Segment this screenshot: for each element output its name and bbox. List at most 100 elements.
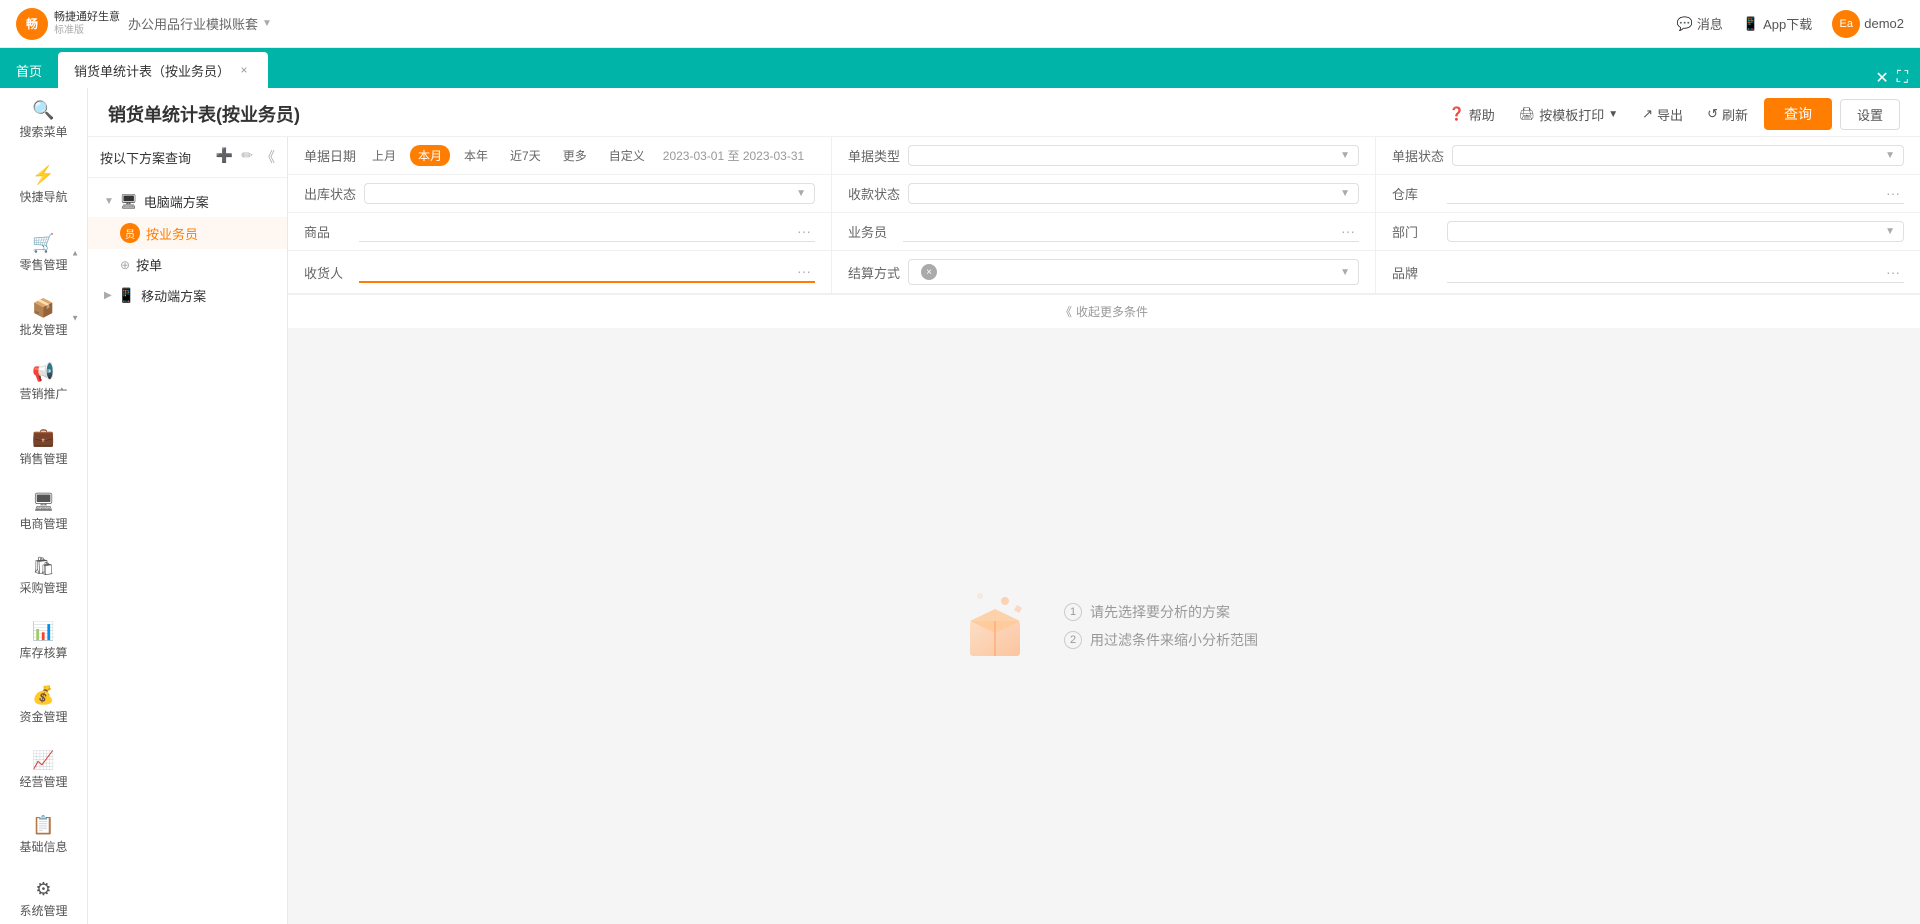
date-btn-last-month[interactable]: 上月 — [364, 145, 404, 166]
payment-select[interactable]: × ▼ — [908, 259, 1359, 285]
print-arrow-icon: ▼ — [1608, 109, 1618, 120]
settings-button[interactable]: 设置 — [1840, 99, 1900, 130]
sidebar-item-sales[interactable]: 💼 销售管理 — [0, 415, 87, 480]
tab-close-window-icon[interactable]: ✕ — [1875, 68, 1888, 88]
sidebar-item-ecommerce[interactable]: 🖥 电商管理 — [0, 480, 87, 545]
main-layout: 🔍 搜索菜单 ⚡ 快捷导航 🛒 零售管理 📦 批发管理 📢 营销推广 💼 销售管… — [0, 88, 1920, 924]
sidebar-item-marketing[interactable]: 📢 营销推广 — [0, 350, 87, 415]
panel-collapse-icon[interactable]: 《 — [261, 147, 275, 167]
sales-icon: 💼 — [32, 427, 54, 448]
salesperson-label: 业务员 — [848, 222, 903, 241]
tab-expand-icon[interactable]: ⛶ — [1897, 69, 1908, 87]
tab-sales-stat[interactable]: 销货单统计表（按业务员） × — [58, 52, 268, 88]
sidebar-item-business[interactable]: 📈 经营管理 — [0, 738, 87, 803]
goods-input[interactable]: ··· — [359, 221, 815, 242]
marketing-icon: 📢 — [32, 362, 54, 383]
user-menu[interactable]: Ea demo2 — [1832, 10, 1904, 38]
retail-icon: 🛒 — [32, 233, 54, 254]
help-icon: ❓ — [1449, 106, 1465, 122]
logo-text: 畅捷通好生意 标准版 — [54, 10, 120, 37]
by-doc-icon: ⊕ — [120, 258, 130, 272]
brand-input[interactable]: ··· — [1447, 262, 1904, 283]
panel-icons: ➕ ✏ 《 — [216, 147, 275, 167]
print-button[interactable]: 🖨 按模板打印 ▼ — [1511, 101, 1626, 128]
sidebar-item-wholesale[interactable]: 📦 批发管理 — [0, 286, 87, 351]
department-label: 部门 — [1392, 222, 1447, 241]
date-btn-7days[interactable]: 近7天 — [502, 145, 549, 166]
print-icon: 🖨 — [1519, 106, 1536, 122]
sidebar-item-retail[interactable]: 🛒 零售管理 — [0, 221, 87, 286]
panel-header: 按以下方案查询 ➕ ✏ 《 — [88, 137, 287, 178]
salesperson-input[interactable]: ··· — [903, 221, 1359, 242]
consignee-dots-icon[interactable]: ··· — [797, 263, 811, 279]
out-status-select[interactable]: ▼ — [364, 183, 815, 204]
warehouse-input[interactable]: ··· — [1447, 183, 1904, 204]
mobile-icon: 📱 — [118, 287, 135, 304]
breadcrumb[interactable]: 办公用品行业模拟账套 ▼ — [128, 14, 272, 33]
download-icon: 📱 — [1743, 16, 1759, 32]
tab-home[interactable]: 首页 — [0, 52, 58, 88]
receipt-status-label: 收款状态 — [848, 184, 908, 203]
warehouse-dots-icon[interactable]: ··· — [1886, 185, 1900, 201]
panel-edit-icon[interactable]: ✏ — [241, 147, 253, 167]
department-select[interactable]: ▼ — [1447, 221, 1904, 242]
payment-label: 结算方式 — [848, 263, 908, 282]
sidebar-item-search[interactable]: 🔍 搜索菜单 — [0, 88, 87, 153]
goods-label: 商品 — [304, 222, 359, 241]
refresh-button[interactable]: ↺ 刷新 — [1699, 101, 1756, 128]
filter-consignee: 收货人 ··· — [288, 251, 832, 293]
payment-clear-icon[interactable]: × — [921, 264, 937, 280]
message-icon: 💬 — [1677, 16, 1693, 32]
consignee-input[interactable]: ··· — [359, 261, 815, 283]
tree-mobile-section[interactable]: ▶ 📱 移动端方案 — [88, 280, 287, 311]
tree-pc-section[interactable]: ▼ 🖥 电脑端方案 — [88, 186, 287, 217]
logo-icon: 畅 — [16, 8, 48, 40]
sidebar-item-quick-nav[interactable]: ⚡ 快捷导航 — [0, 153, 87, 218]
salesperson-dots-icon[interactable]: ··· — [1341, 223, 1355, 239]
mobile-arrow-icon: ▶ — [104, 290, 112, 301]
ecommerce-icon: 🖥 — [32, 492, 55, 513]
department-chevron-icon: ▼ — [1885, 226, 1895, 237]
search-icon: 🔍 — [32, 100, 54, 121]
sidebar-item-purchase[interactable]: 🛍 采购管理 — [0, 544, 87, 609]
message-button[interactable]: 💬 消息 — [1677, 14, 1723, 33]
empty-step-2: 2 用过滤条件来缩小分析范围 — [1064, 630, 1258, 650]
doc-type-select[interactable]: ▼ — [908, 145, 1359, 166]
tab-close-icon[interactable]: × — [236, 62, 252, 78]
goods-dots-icon[interactable]: ··· — [797, 223, 811, 239]
sidebar-item-system[interactable]: ⚙ 系统管理 — [0, 867, 87, 924]
app-download-button[interactable]: 📱 App下载 — [1743, 14, 1812, 33]
top-header: 畅 畅捷通好生意 标准版 办公用品行业模拟账套 ▼ 💬 消息 📱 App下载 E… — [0, 0, 1920, 48]
logo-area: 畅 畅捷通好生意 标准版 — [16, 8, 120, 40]
query-button[interactable]: 查询 — [1764, 98, 1832, 130]
receipt-status-select[interactable]: ▼ — [908, 183, 1359, 204]
business-icon: 📈 — [32, 750, 54, 771]
date-btn-this-month[interactable]: 本月 — [410, 145, 450, 166]
filter-receipt-status: 收款状态 ▼ — [832, 175, 1376, 212]
receipt-status-chevron-icon: ▼ — [1340, 188, 1350, 199]
date-btn-more[interactable]: 更多 — [555, 145, 595, 166]
tree-item-salesperson[interactable]: 员 按业务员 — [88, 217, 287, 249]
page-header: 销货单统计表(按业务员) ❓ 帮助 🖨 按模板打印 ▼ ↗ 导出 ↺ 刷新 — [88, 88, 1920, 137]
brand-label: 品牌 — [1392, 263, 1447, 282]
filter-row-3: 商品 ··· 业务员 ··· — [288, 213, 1920, 251]
date-btn-custom[interactable]: 自定义 — [601, 145, 653, 166]
brand-dots-icon[interactable]: ··· — [1886, 264, 1900, 280]
sidebar-item-finance[interactable]: 💰 资金管理 — [0, 673, 87, 738]
export-button[interactable]: ↗ 导出 — [1634, 101, 1691, 128]
header-right: 💬 消息 📱 App下载 Ea demo2 — [1677, 10, 1904, 38]
date-btn-this-year[interactable]: 本年 — [456, 145, 496, 166]
panel-add-icon[interactable]: ➕ — [216, 147, 233, 167]
filter-goods: 商品 ··· — [288, 213, 832, 250]
tree-section: ▼ 🖥 电脑端方案 员 按业务员 ⊕ 按单 — [88, 178, 287, 319]
main-body: 按以下方案查询 ➕ ✏ 《 ▼ 🖥 电脑端方案 — [88, 137, 1920, 924]
help-button[interactable]: ❓ 帮助 — [1441, 101, 1503, 128]
page-title: 销货单统计表(按业务员) — [108, 101, 300, 127]
sidebar-item-inventory[interactable]: 📊 库存核算 — [0, 609, 87, 674]
tree-item-by-doc[interactable]: ⊕ 按单 — [88, 249, 287, 280]
collapse-button[interactable]: 《 收起更多条件 — [288, 294, 1920, 328]
system-icon: ⚙ — [35, 879, 51, 900]
doc-status-select[interactable]: ▼ — [1452, 145, 1904, 166]
sidebar-item-basic[interactable]: 📋 基础信息 — [0, 803, 87, 868]
filter-salesperson: 业务员 ··· — [832, 213, 1376, 250]
